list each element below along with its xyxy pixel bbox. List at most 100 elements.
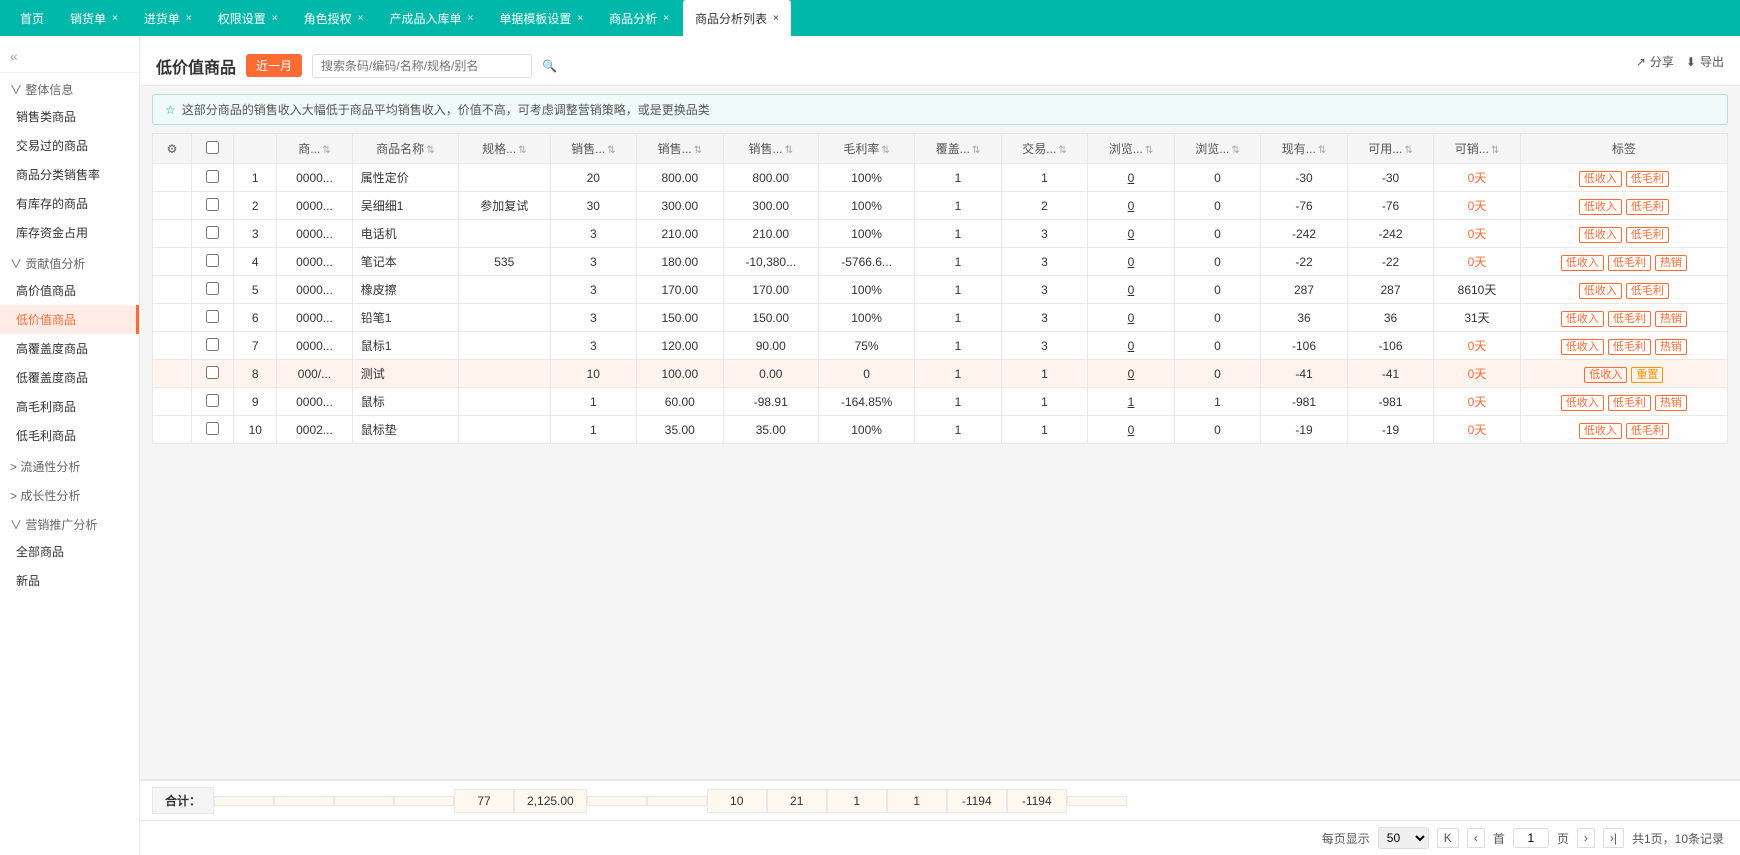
col-code[interactable]: 商...⇅ (277, 134, 353, 164)
select-all-checkbox[interactable] (206, 141, 219, 154)
sidebar-item-high-value[interactable]: 高价值商品 (0, 276, 139, 305)
col-views2[interactable]: 浏览...⇅ (1174, 134, 1261, 164)
sidebar-item-stocked-products[interactable]: 有库存的商品 (0, 189, 139, 218)
page-size-select[interactable]: 50 100 200 (1378, 827, 1429, 849)
row-checkbox[interactable] (206, 394, 219, 407)
cell-checkbox[interactable] (192, 388, 234, 416)
nav-analysis-list-close[interactable]: × (773, 13, 779, 24)
row-checkbox[interactable] (206, 226, 219, 239)
nav-role-auth[interactable]: 角色授权 × (292, 0, 376, 36)
sidebar-item-category-sales-rate[interactable]: 商品分类销售率 (0, 160, 139, 189)
col-views1[interactable]: 浏览...⇅ (1088, 134, 1175, 164)
row-checkbox[interactable] (206, 254, 219, 267)
col-sales2[interactable]: 销售...⇅ (637, 134, 724, 164)
page-input[interactable] (1513, 828, 1549, 848)
row-checkbox[interactable] (206, 338, 219, 351)
cell-col12[interactable]: 0 (1088, 164, 1175, 192)
cell-col12[interactable]: 0 (1088, 360, 1175, 388)
col-name[interactable]: 商品名称⇅ (352, 134, 458, 164)
export-btn[interactable]: ⬇ 导出 (1686, 53, 1724, 70)
sidebar-item-inventory-capital[interactable]: 库存资金占用 (0, 218, 139, 247)
last-page-btn[interactable]: ›| (1603, 828, 1624, 848)
cell-col12[interactable]: 1 (1088, 388, 1175, 416)
sidebar-item-high-margin[interactable]: 高毛利商品 (0, 392, 139, 421)
browse-link[interactable]: 0 (1128, 339, 1135, 353)
search-input[interactable] (312, 54, 532, 78)
cell-checkbox[interactable] (192, 220, 234, 248)
row-checkbox[interactable] (206, 310, 219, 323)
nav-purchase-close[interactable]: × (186, 13, 192, 24)
browse-link[interactable]: 0 (1128, 171, 1135, 185)
sidebar-group-growth[interactable]: > 成长性分析 (0, 479, 139, 508)
nav-home[interactable]: 首页 (8, 0, 56, 36)
sidebar-item-new-products[interactable]: 新品 (0, 566, 139, 595)
search-icon[interactable]: 🔍 (542, 59, 557, 73)
nav-inbound-close[interactable]: × (467, 13, 473, 24)
nav-product-inbound[interactable]: 产成品入库单 × (377, 0, 485, 36)
nav-sales-order[interactable]: 销货单 × (58, 0, 130, 36)
first-page-btn[interactable]: K (1437, 828, 1459, 848)
nav-role-close[interactable]: × (358, 13, 364, 24)
sidebar-item-low-value[interactable]: 低价值商品 (0, 305, 139, 334)
cell-checkbox[interactable] (192, 332, 234, 360)
row-checkbox[interactable] (206, 282, 219, 295)
nav-template-close[interactable]: × (577, 13, 583, 24)
sidebar-group-marketing[interactable]: ∨ 营销推广分析 (0, 508, 139, 537)
col-spec[interactable]: 规格...⇅ (458, 134, 550, 164)
share-btn[interactable]: ↗ 分享 (1636, 53, 1674, 70)
cell-col12[interactable]: 0 (1088, 332, 1175, 360)
cell-checkbox[interactable] (192, 248, 234, 276)
browse-link[interactable]: 1 (1128, 395, 1135, 409)
col-sellable[interactable]: 可销...⇅ (1434, 134, 1521, 164)
row-checkbox[interactable] (206, 198, 219, 211)
browse-link[interactable]: 0 (1128, 255, 1135, 269)
sidebar-item-high-coverage[interactable]: 高覆盖度商品 (0, 334, 139, 363)
prev-page-btn[interactable]: ‹ (1467, 828, 1485, 848)
sidebar-group-flow[interactable]: > 流通性分析 (0, 450, 139, 479)
col-checkbox[interactable] (192, 134, 234, 164)
cell-checkbox[interactable] (192, 276, 234, 304)
sidebar-group-overall[interactable]: ∨ 整体信息 (0, 73, 139, 102)
browse-link[interactable]: 0 (1128, 227, 1135, 241)
cell-col12[interactable]: 0 (1088, 416, 1175, 444)
sidebar-item-traded-products[interactable]: 交易过的商品 (0, 131, 139, 160)
col-trade[interactable]: 交易...⇅ (1001, 134, 1088, 164)
sidebar-item-low-coverage[interactable]: 低覆盖度商品 (0, 363, 139, 392)
cell-checkbox[interactable] (192, 360, 234, 388)
cell-col12[interactable]: 0 (1088, 248, 1175, 276)
col-coverage[interactable]: 覆盖...⇅ (915, 134, 1002, 164)
next-page-btn[interactable]: › (1577, 828, 1595, 848)
cell-col12[interactable]: 0 (1088, 304, 1175, 332)
cell-checkbox[interactable] (192, 164, 234, 192)
browse-link[interactable]: 0 (1128, 283, 1135, 297)
col-stock[interactable]: 现有...⇅ (1261, 134, 1348, 164)
cell-col12[interactable]: 0 (1088, 220, 1175, 248)
col-sales3[interactable]: 销售...⇅ (723, 134, 818, 164)
gear-icon[interactable]: ⚙ (167, 142, 178, 156)
sidebar-item-all-products[interactable]: 全部商品 (0, 537, 139, 566)
nav-purchase-order[interactable]: 进货单 × (132, 0, 204, 36)
filter-recent-month-btn[interactable]: 近一月 (246, 54, 302, 77)
nav-sales-close[interactable]: × (112, 13, 118, 24)
browse-link[interactable]: 0 (1128, 311, 1135, 325)
cell-checkbox[interactable] (192, 192, 234, 220)
col-available[interactable]: 可用...⇅ (1347, 134, 1434, 164)
browse-link[interactable]: 0 (1128, 367, 1135, 381)
sidebar-item-sales-products[interactable]: 销售类商品 (0, 102, 139, 131)
nav-template-settings[interactable]: 单据模板设置 × (487, 0, 595, 36)
cell-checkbox[interactable] (192, 416, 234, 444)
cell-col12[interactable]: 0 (1088, 276, 1175, 304)
sidebar-group-contribution[interactable]: ∨ 贡献值分析 (0, 247, 139, 276)
browse-link[interactable]: 0 (1128, 423, 1135, 437)
sidebar-item-low-margin[interactable]: 低毛利商品 (0, 421, 139, 450)
col-sales1[interactable]: 销售...⇅ (550, 134, 637, 164)
browse-link[interactable]: 0 (1128, 199, 1135, 213)
cell-col12[interactable]: 0 (1088, 192, 1175, 220)
row-checkbox[interactable] (206, 366, 219, 379)
row-checkbox[interactable] (206, 422, 219, 435)
col-margin[interactable]: 毛利率⇅ (818, 134, 914, 164)
nav-product-analysis[interactable]: 商品分析 × (597, 0, 681, 36)
table-container[interactable]: ⚙ 商...⇅ 商品名称⇅ 规格...⇅ 销售...⇅ 销售...⇅ 销售...… (140, 133, 1740, 779)
col-gear[interactable]: ⚙ (153, 134, 192, 164)
sidebar-collapse-btn[interactable]: « (6, 44, 22, 68)
